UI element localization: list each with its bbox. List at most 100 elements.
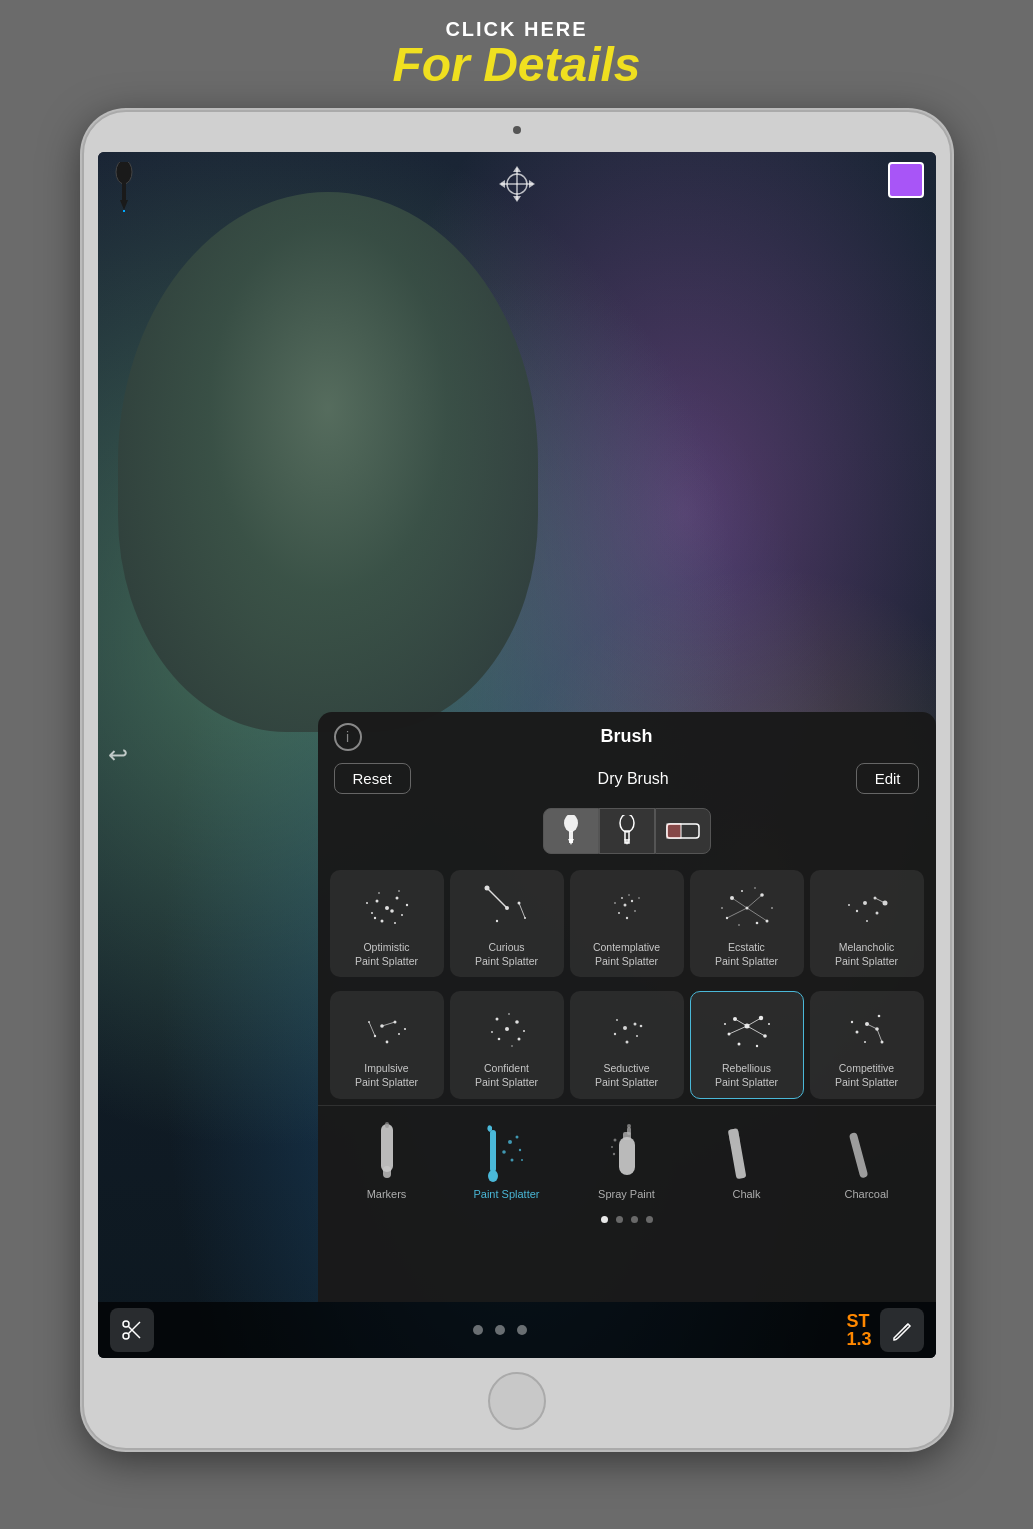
svg-point-89 [517, 1038, 520, 1041]
category-markers[interactable]: Markers [330, 1114, 444, 1206]
brush-label-impulsive: ImpulsivePaint Splatter [355, 1062, 418, 1089]
svg-marker-2 [120, 200, 128, 210]
svg-point-86 [495, 1018, 498, 1021]
svg-point-35 [390, 909, 394, 913]
svg-point-128 [508, 1140, 512, 1144]
brush-confident[interactable]: ConfidentPaint Splatter [450, 991, 564, 1098]
svg-point-51 [621, 897, 623, 899]
svg-point-28 [401, 914, 403, 916]
pen-tool-icon[interactable] [110, 162, 138, 216]
brush-panel: i Brush Reset Dry Brush Edit [318, 712, 936, 1302]
color-swatch[interactable] [888, 162, 924, 198]
svg-point-16 [564, 815, 578, 832]
category-charcoal[interactable]: Charcoal [810, 1114, 924, 1206]
edit-button[interactable]: Edit [856, 763, 920, 794]
category-paint-splatter[interactable]: Paint Splatter [450, 1114, 564, 1206]
undo-button[interactable]: ↩ [108, 741, 128, 769]
svg-point-109 [768, 1023, 770, 1025]
brush-seductive[interactable]: SeductivePaint Splatter [570, 991, 684, 1098]
brush-preview-melancholic [835, 881, 899, 935]
svg-point-24 [385, 906, 389, 910]
brush-melancholic[interactable]: MelancholicPaint Splatter [810, 870, 924, 977]
svg-line-121 [867, 1024, 877, 1029]
move-icon[interactable] [497, 164, 537, 210]
svg-point-138 [613, 1138, 616, 1141]
nav-dot-2 [495, 1325, 505, 1335]
svg-rect-136 [627, 1127, 631, 1135]
brush-type-fill[interactable] [543, 808, 599, 854]
svg-rect-124 [383, 1166, 391, 1178]
brush-preview-confident [475, 1002, 539, 1056]
svg-line-67 [727, 908, 747, 918]
brush-controls: Reset Dry Brush Edit [318, 757, 936, 804]
svg-rect-125 [385, 1122, 389, 1128]
svg-point-0 [116, 162, 132, 184]
brush-preview-contemplative [595, 881, 659, 935]
svg-point-97 [636, 1035, 638, 1037]
svg-point-49 [614, 902, 616, 904]
svg-line-113 [729, 1026, 747, 1034]
svg-marker-9 [499, 180, 505, 188]
svg-point-92 [508, 1013, 510, 1015]
svg-point-71 [875, 912, 878, 915]
brush-optimistic[interactable]: OptimisticPaint Splatter [330, 870, 444, 977]
brush-label-confident: ConfidentPaint Splatter [475, 1062, 538, 1089]
brush-curious[interactable]: CuriousPaint Splatter [450, 870, 564, 977]
category-spray-paint[interactable]: Spray Paint [570, 1114, 684, 1206]
info-button[interactable]: i [334, 723, 362, 751]
brush-impulsive[interactable]: ImpulsivePaint Splatter [330, 991, 444, 1098]
brush-grid-row2: ImpulsivePaint Splatter [318, 985, 936, 1104]
svg-line-111 [747, 1018, 761, 1026]
scissors-tool-button[interactable] [110, 1308, 154, 1352]
camera [513, 126, 521, 134]
svg-line-112 [747, 1026, 765, 1036]
svg-rect-142 [727, 1128, 739, 1145]
svg-point-98 [625, 1041, 628, 1044]
brush-label-curious: CuriousPaint Splatter [475, 941, 538, 968]
category-label-charcoal: Charcoal [844, 1188, 888, 1200]
svg-point-132 [510, 1158, 513, 1161]
svg-point-140 [612, 1152, 614, 1154]
home-button[interactable] [488, 1372, 546, 1430]
svg-point-120 [877, 1015, 880, 1018]
category-row: Markers [318, 1105, 936, 1210]
svg-point-133 [521, 1159, 523, 1161]
svg-point-137 [627, 1124, 631, 1128]
panel-dot-4 [646, 1216, 653, 1223]
svg-point-36 [373, 917, 375, 919]
brush-competitive[interactable]: CompetitivePaint Splatter [810, 991, 924, 1098]
brush-label-seductive: SeductivePaint Splatter [595, 1062, 658, 1089]
svg-point-61 [771, 907, 773, 909]
brush-preview-competitive [835, 1002, 899, 1056]
svg-point-60 [721, 907, 723, 909]
svg-line-66 [747, 908, 767, 921]
svg-line-37 [487, 888, 507, 908]
brush-contemplative[interactable]: ContemplativePaint Splatter [570, 870, 684, 977]
svg-point-33 [378, 892, 380, 894]
panel-dot-1 [601, 1216, 608, 1223]
svg-point-39 [505, 906, 509, 910]
reset-button[interactable]: Reset [334, 763, 411, 794]
svg-line-84 [369, 1022, 375, 1036]
svg-point-130 [502, 1150, 506, 1154]
svg-point-96 [613, 1033, 615, 1035]
brush-ecstatic[interactable]: EcstaticPaint Splatter [690, 870, 804, 977]
spray-paint-icon [599, 1120, 655, 1184]
svg-point-31 [366, 902, 368, 904]
svg-point-50 [638, 897, 639, 898]
category-label-markers: Markers [367, 1188, 407, 1200]
brush-type-eraser[interactable] [655, 808, 711, 854]
category-label-spray-paint: Spray Paint [598, 1188, 655, 1200]
panel-dot-3 [631, 1216, 638, 1223]
brush-tool-button[interactable] [880, 1308, 924, 1352]
brush-rebellious[interactable]: RebelliousPaint Splatter [690, 991, 804, 1098]
category-chalk[interactable]: Chalk [690, 1114, 804, 1206]
screen-toolbar: ST1.3 [98, 1302, 936, 1358]
top-banner[interactable]: CLICK HERE For Details [0, 0, 1033, 101]
svg-point-70 [855, 910, 857, 912]
brush-type-outline[interactable] [599, 808, 655, 854]
brush-label-rebellious: RebelliousPaint Splatter [715, 1062, 778, 1089]
svg-point-30 [394, 922, 396, 924]
svg-point-87 [515, 1020, 519, 1024]
svg-point-27 [371, 912, 373, 914]
